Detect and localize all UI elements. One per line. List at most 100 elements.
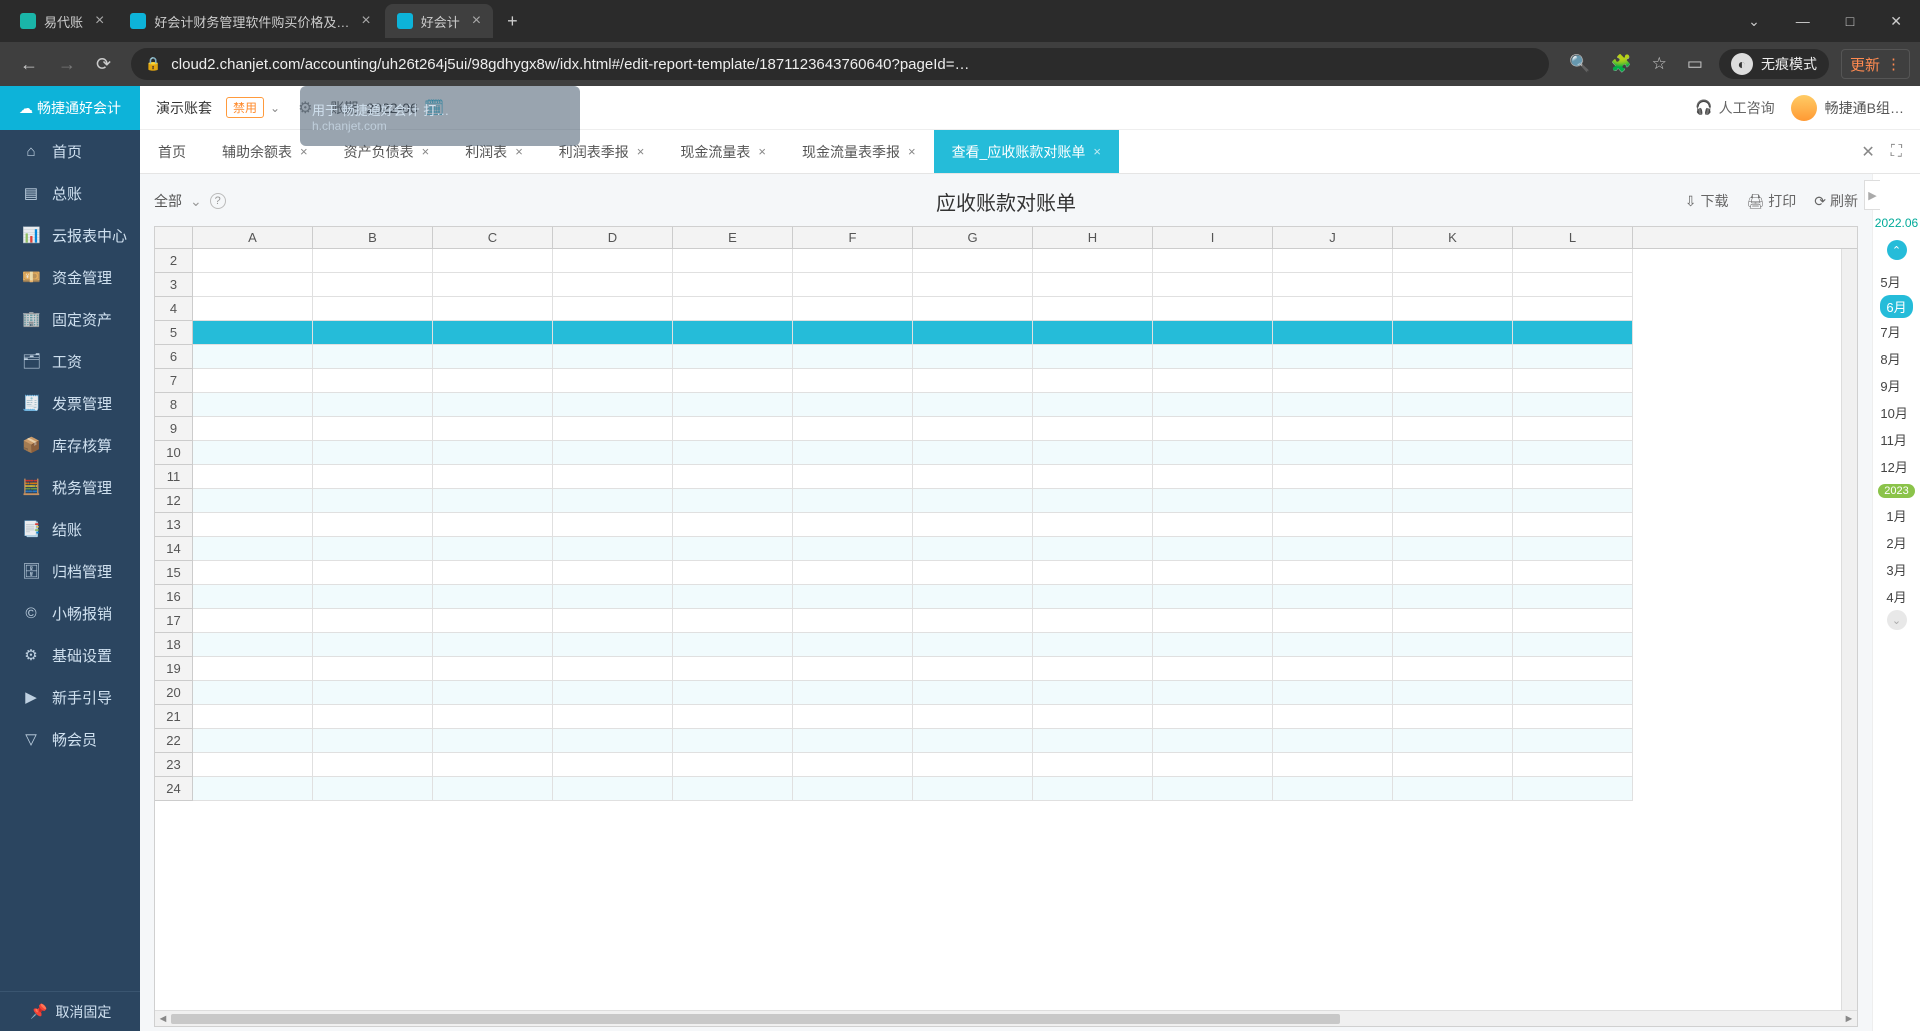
cell[interactable] [1273,729,1393,753]
cell[interactable] [1513,321,1633,345]
close-icon[interactable]: × [637,144,645,159]
cell[interactable] [1153,393,1273,417]
cell[interactable] [793,777,913,801]
cell[interactable] [793,489,913,513]
month-item[interactable]: 8月 [1880,345,1912,372]
cell[interactable] [1513,729,1633,753]
cell[interactable] [1033,273,1153,297]
cell[interactable] [433,321,553,345]
cell[interactable] [193,585,313,609]
month-item[interactable]: 10月 [1880,399,1912,426]
cell[interactable] [1153,441,1273,465]
row-header[interactable]: 20 [155,681,193,705]
back-button[interactable]: ← [10,54,48,75]
sidebar-item-3[interactable]: 💴资金管理 [0,256,140,298]
row-header[interactable]: 22 [155,729,193,753]
cell[interactable] [313,537,433,561]
page-tab-7[interactable]: 查看_应收账款对账单× [934,130,1119,173]
cell[interactable] [1513,633,1633,657]
cell[interactable] [1393,681,1513,705]
cell[interactable] [1393,513,1513,537]
cell[interactable] [313,489,433,513]
table-row[interactable]: 10 [155,441,1857,465]
cell[interactable] [1033,729,1153,753]
cell[interactable] [193,393,313,417]
sidebar-item-10[interactable]: 🗄归档管理 [0,550,140,592]
cell[interactable] [1513,489,1633,513]
chevron-down-icon[interactable]: ⌄ [1730,13,1778,30]
cell[interactable] [1033,393,1153,417]
cell[interactable] [193,657,313,681]
month-item[interactable]: 2月 [1886,529,1906,556]
cell[interactable] [553,417,673,441]
cell[interactable] [1513,417,1633,441]
cell[interactable] [1273,681,1393,705]
cell[interactable] [673,681,793,705]
new-tab-button[interactable]: + [495,11,530,32]
cell[interactable] [1273,297,1393,321]
column-header[interactable]: J [1273,227,1393,248]
cell[interactable] [313,585,433,609]
cell[interactable] [1153,297,1273,321]
cell[interactable] [793,753,913,777]
cell[interactable] [1153,633,1273,657]
row-header[interactable]: 10 [155,441,193,465]
cell[interactable] [673,561,793,585]
cell[interactable] [793,297,913,321]
cell[interactable] [1033,633,1153,657]
cell[interactable] [793,681,913,705]
row-header[interactable]: 4 [155,297,193,321]
cell[interactable] [673,249,793,273]
row-header[interactable]: 11 [155,465,193,489]
browser-tab-0[interactable]: 易代账 × [8,4,116,38]
cell[interactable] [913,465,1033,489]
close-icon[interactable]: × [758,144,766,159]
column-header[interactable]: D [553,227,673,248]
cell[interactable] [1273,633,1393,657]
table-row[interactable]: 3 [155,273,1857,297]
table-row[interactable]: 23 [155,753,1857,777]
cell[interactable] [793,369,913,393]
column-header[interactable]: G [913,227,1033,248]
cell[interactable] [1513,273,1633,297]
cell[interactable] [1153,465,1273,489]
cell[interactable] [1033,705,1153,729]
cell[interactable] [793,465,913,489]
table-row[interactable]: 2 [155,249,1857,273]
cell[interactable] [913,369,1033,393]
cell[interactable] [1393,633,1513,657]
cell[interactable] [1273,393,1393,417]
cell[interactable] [673,321,793,345]
sidebar-item-8[interactable]: 🧮税务管理 [0,466,140,508]
column-header[interactable]: E [673,227,793,248]
cell[interactable] [433,417,553,441]
cell[interactable] [1273,705,1393,729]
cell[interactable] [1273,657,1393,681]
sidebar-item-5[interactable]: 🗂工资 [0,340,140,382]
cell[interactable] [1033,777,1153,801]
cell[interactable] [1153,273,1273,297]
cell[interactable] [1153,705,1273,729]
cell[interactable] [793,633,913,657]
cell[interactable] [913,441,1033,465]
cell[interactable] [1393,273,1513,297]
vertical-scrollbar[interactable] [1841,249,1857,1010]
cell[interactable] [1513,681,1633,705]
row-header[interactable]: 15 [155,561,193,585]
cell[interactable] [913,489,1033,513]
cell[interactable] [1273,537,1393,561]
table-row[interactable]: 12 [155,489,1857,513]
scroll-track[interactable] [171,1014,1841,1024]
cell[interactable] [1273,753,1393,777]
scroll-left-icon[interactable]: ◄ [155,1013,171,1025]
scroll-right-icon[interactable]: ► [1841,1013,1857,1025]
cell[interactable] [1033,297,1153,321]
cell[interactable] [1513,297,1633,321]
account-name[interactable]: 演示账套 [156,98,212,118]
sidebar-item-0[interactable]: ⌂首页 [0,130,140,172]
scroll-up-button[interactable]: ⌃ [1887,240,1907,260]
cell[interactable] [1393,561,1513,585]
cell[interactable] [1153,513,1273,537]
cell[interactable] [673,657,793,681]
cell[interactable] [193,465,313,489]
